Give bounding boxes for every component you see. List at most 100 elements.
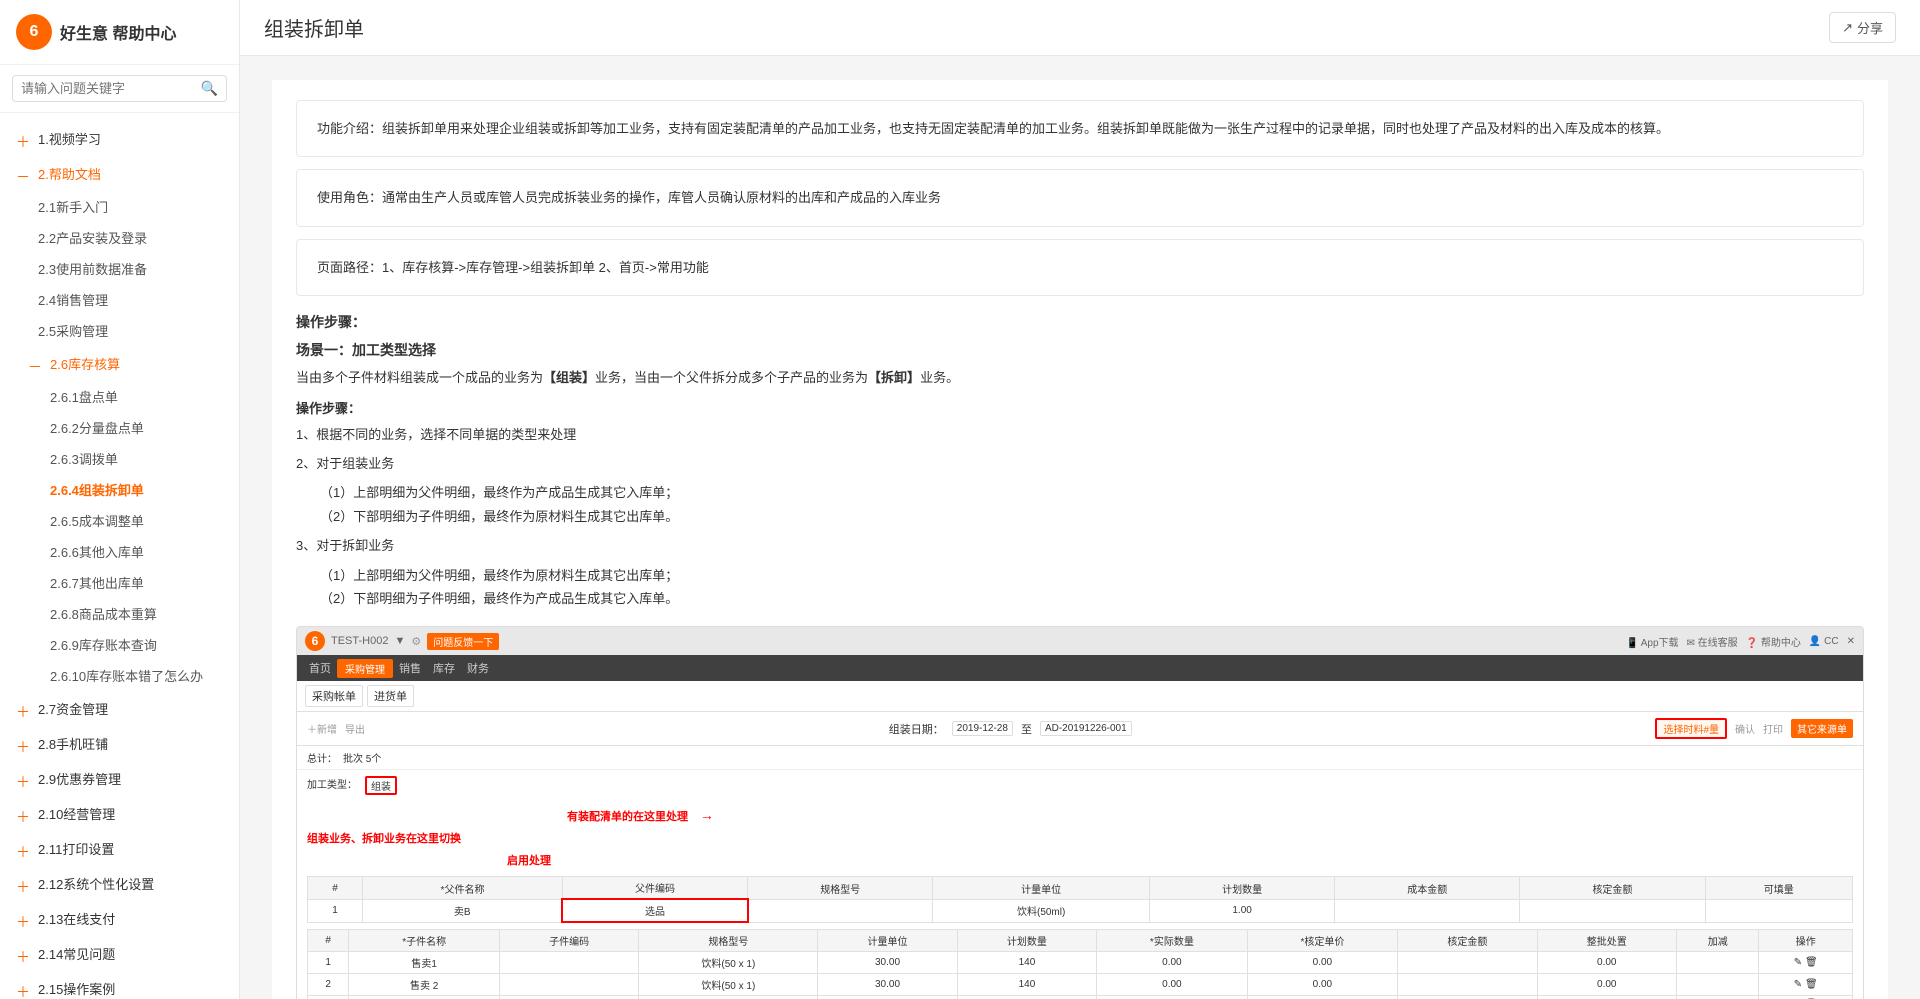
th-l-spec: 规格型号 [639,930,818,952]
mock-date-to[interactable]: AD-20191226-001 [1040,721,1132,736]
share-icon: ↗ [1842,20,1853,36]
mock-app-icon: 📱 App下载 [1626,634,1678,649]
search-area: 🔍 [0,65,239,113]
sidebar-item-2-6-5[interactable]: 2.6.5成本调整单 [0,505,239,536]
nav-item-label: 2.帮助文档 [38,164,101,183]
path-text: 页面路径：1、库存核算->库存管理->组装拆卸单 2、首页->常用功能 [317,260,709,275]
step-3-1: （1）上部明细为父件明细，最终作为原材料生成其它出库单； [296,564,1864,587]
sidebar-item-2-6-8[interactable]: 2.6.8商品成本重算 [0,598,239,629]
sidebar-item-2-15[interactable]: ＋ 2.15操作案例 [0,971,239,999]
role-text: 使用角色：通常由生产人员或库管人员完成拆装业务的操作，库管人员确认原材料的出库和… [317,190,941,205]
mock-count-value: 批次 5个 [343,750,381,765]
mock-confirm-btn[interactable]: 确认 [1735,721,1755,736]
sidebar-item-2-12[interactable]: ＋ 2.12系统个性化设置 [0,866,239,901]
sidebar-item-2-6-6[interactable]: 2.6.6其他入库单 [0,536,239,567]
sidebar-item-2-6-3[interactable]: 2.6.3调拨单 [0,443,239,474]
scene-title: 场景一：加工类型选择 [296,340,1864,360]
th-available: 可填量 [1705,877,1852,900]
td-avail [1705,899,1852,922]
sidebar-item-2-5[interactable]: 2.5采购管理 [0,315,239,346]
td-l-action-2[interactable]: ✎ 🗑 [1759,974,1853,996]
step-2: 2、对于组装业务 [296,452,1864,475]
step-2-1: （1）上部明细为父件明细，最终作为产成品生成其它入库单； [296,481,1864,504]
page-title: 组装拆卸单 [264,13,364,42]
mock-annotation-row: 加工类型： 组装 [297,770,1863,805]
search-input[interactable] [21,81,201,96]
td-l-cost1-2: 0.00 [1247,974,1398,996]
nav-item-label: 2.6库存核算 [50,354,120,373]
td-l-action-1[interactable]: ✎ 🗑 [1759,952,1853,974]
mock-detail-bar: 总计： 批次 5个 [297,746,1863,770]
td-l-code-2 [499,974,638,996]
sidebar-item-2-6-9[interactable]: 2.6.9库存账本查询 [0,629,239,660]
mock-type-value[interactable]: 组装 [365,776,397,795]
nav-item-label: 2.14常见问题 [38,944,115,963]
sidebar-item-2-6-7[interactable]: 2.6.7其他出库单 [0,567,239,598]
mock-other-btn[interactable]: 其它来源单 [1791,719,1853,738]
td-seq: 1 [308,899,363,922]
sidebar-item-2-6-2[interactable]: 2.6.2分量盘点单 [0,412,239,443]
sidebar-item-2-6-10[interactable]: 2.6.10库存账本错了怎么办 [0,660,239,691]
mock-tab-2[interactable]: 进货单 [367,685,414,707]
table-header-row: # *父件名称 父件编码 规格型号 计量单位 计划数量 成本金额 核定金额 可填… [308,877,1853,900]
sidebar-item-2-6[interactable]: － 2.6库存核算 [0,346,239,381]
expand-icon: ＋ [16,912,30,926]
nav-item-label: 2.11打印设置 [38,839,114,858]
sidebar-item-2-10[interactable]: ＋ 2.10经营管理 [0,796,239,831]
mock-field-type: 加工类型： [307,776,357,795]
th-actual-qty: 成本金额 [1335,877,1520,900]
search-button[interactable]: 🔍 [201,80,218,97]
share-button[interactable]: ↗ 分享 [1829,12,1896,43]
collapse-icon: － [16,167,30,181]
mock-content-area: 总计： 批次 5个 加工类型： 组装 [297,746,1863,999]
sidebar-item-2-7[interactable]: ＋ 2.7资金管理 [0,691,239,726]
mock-tab-1[interactable]: 采购帐单 [305,685,363,707]
sidebar-item-2-9[interactable]: ＋ 2.9优惠券管理 [0,761,239,796]
mock-add-btn[interactable]: ＋新增 [307,721,337,736]
mock-close[interactable]: ✕ [1847,636,1855,647]
sidebar-item-docs[interactable]: － 2.帮助文档 [0,156,239,191]
mock-print-btn[interactable]: 打印 [1763,721,1783,736]
nav-item-label: 2.12系统个性化设置 [38,874,154,893]
mock-configure-btn[interactable]: 选择时料#量 [1655,718,1727,739]
sidebar-item-2-14[interactable]: ＋ 2.14常见问题 [0,936,239,971]
td-cost [1520,899,1705,922]
td-l-plan-1: 140 [957,952,1096,974]
sidebar-item-video[interactable]: ＋ 1.视频学习 [0,121,239,156]
step-3-2: （2）下部明细为子件明细，最终作为产成品生成其它入库单。 [296,587,1864,610]
sidebar: 6 好生意 帮助中心 🔍 ＋ 1.视频学习 － 2.帮助文档 2.1新手入门 2… [0,0,240,999]
td-l-actual-2: 0.00 [1097,974,1248,996]
expand-icon: ＋ [16,737,30,751]
ops-sub-title: 操作步骤： [296,398,1864,417]
table-row: 1 售卖1 饮料(50 x 1) 30.00 140 0.00 0.00 [308,952,1853,974]
sidebar-item-2-6-4[interactable]: 2.6.4组装拆卸单 [0,474,239,505]
mock-trial-btn: 问题反馈一下 [427,633,499,650]
mock-ann4-text: 启用处理 [497,850,1863,870]
sidebar-item-2-13[interactable]: ＋ 2.13在线支付 [0,901,239,936]
mock-form-area: 加工类型： 组装 [297,770,1863,805]
td-l-seq-1: 1 [308,952,349,974]
mock-dropdown: ▼ [394,635,405,647]
sidebar-item-2-3[interactable]: 2.3使用前数据准备 [0,253,239,284]
step-3: 3、对于拆卸业务 [296,534,1864,557]
sidebar-item-2-11[interactable]: ＋ 2.11打印设置 [0,831,239,866]
sidebar-item-2-1[interactable]: 2.1新手入门 [0,191,239,222]
intro-text: 功能介绍：组装拆卸单用来处理企业组装或拆卸等加工业务，支持有固定装配清单的产品加… [317,121,1669,136]
sidebar-item-2-2[interactable]: 2.2产品安装及登录 [0,222,239,253]
td-name: 卖B [363,899,563,922]
sidebar-item-2-6-1[interactable]: 2.6.1盘点单 [0,381,239,412]
mock-logo: 6 [305,631,325,651]
main-area: 组装拆卸单 ↗ 分享 功能介绍：组装拆卸单用来处理企业组装或拆卸等加工业务，支持… [240,0,1920,999]
nav-item-label: 1.视频学习 [38,129,101,148]
step-1: 1、根据不同的业务，选择不同单据的类型来处理 [296,423,1864,446]
td-l-name-2: 售卖 2 [349,974,500,996]
sidebar-item-2-4[interactable]: 2.4销售管理 [0,284,239,315]
mock-date-label: 组装日期： [889,721,944,737]
td-l-plan-2: 140 [957,974,1096,996]
td-l-spec-2: 饮料(50 x 1) [639,974,818,996]
sidebar-item-2-8[interactable]: ＋ 2.8手机旺铺 [0,726,239,761]
mock-date-from[interactable]: 2019-12-28 [952,721,1013,736]
lower-header-row: # *子件名称 子件编码 规格型号 计量单位 计划数量 *实际数量 *核定单价 … [308,930,1853,952]
mock-table-area: # *父件名称 父件编码 规格型号 计量单位 计划数量 成本金额 核定金额 可填… [297,870,1863,999]
mock-export-btn[interactable]: 导出 [345,721,365,736]
